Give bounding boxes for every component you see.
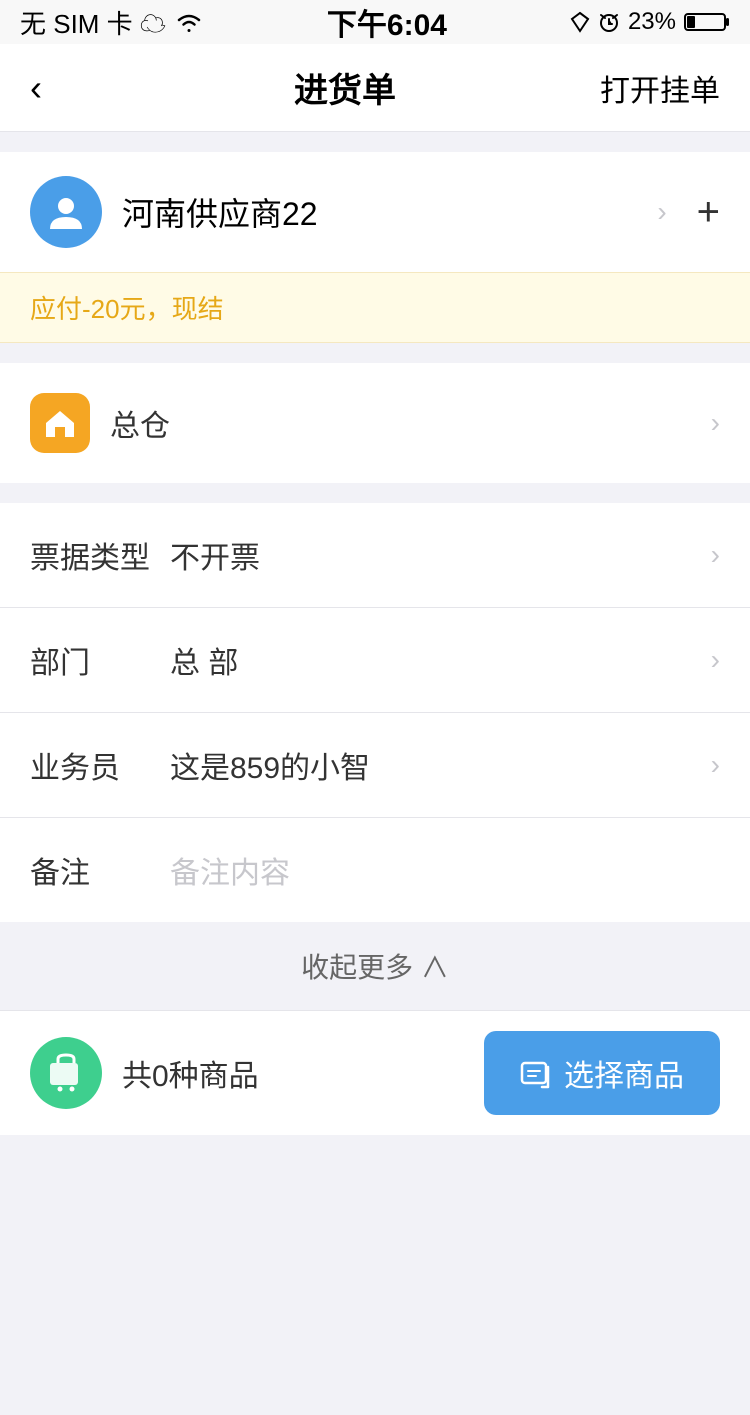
collapse-label: 收起更多 ∧ <box>301 952 449 983</box>
department-chevron-icon: › <box>711 644 720 676</box>
warehouse-label: 总仓 <box>110 401 711 445</box>
supplier-chevron-icon: › <box>657 196 666 228</box>
page-title: 进货单 <box>294 63 396 112</box>
battery-text: 23% <box>628 8 676 36</box>
status-time: 下午6:04 <box>327 0 447 44</box>
supplier-avatar <box>30 176 102 248</box>
department-row[interactable]: 部门 总 部 › <box>0 608 750 713</box>
select-product-label: 选择商品 <box>564 1051 684 1095</box>
open-pending-button[interactable]: 打开挂单 <box>600 66 720 110</box>
section-divider-2 <box>0 343 750 363</box>
add-button[interactable]: + <box>697 190 720 235</box>
salesperson-row[interactable]: 业务员 这是859的小智 › <box>0 713 750 818</box>
cart-icon <box>46 1053 86 1093</box>
notice-bar: 应付-20元，现结 <box>0 272 750 343</box>
select-product-button[interactable]: 选择商品 <box>484 1031 720 1115</box>
remark-row[interactable]: 备注 备注内容 <box>0 818 750 922</box>
form-section: 票据类型 不开票 › 部门 总 部 › 业务员 这是859的小智 › 备注 备注… <box>0 503 750 922</box>
supplier-row[interactable]: 河南供应商22 › + <box>0 152 750 272</box>
alarm-icon <box>598 11 620 33</box>
invoice-type-value: 不开票 <box>170 533 711 577</box>
salesperson-label: 业务员 <box>30 743 170 787</box>
department-value: 总 部 <box>170 638 711 682</box>
product-count: 共0种商品 <box>122 1051 484 1095</box>
supplier-section: 河南供应商22 › + 应付-20元，现结 <box>0 152 750 343</box>
section-divider-3 <box>0 483 750 503</box>
salesperson-value: 这是859的小智 <box>170 743 711 787</box>
warehouse-icon <box>42 405 78 441</box>
remark-label: 备注 <box>30 848 170 892</box>
gray-bottom-area <box>0 1135 750 1415</box>
invoice-type-label: 票据类型 <box>30 533 170 577</box>
back-button[interactable]: ‹ <box>30 67 90 109</box>
department-label: 部门 <box>30 638 170 682</box>
person-icon <box>45 191 87 233</box>
bottom-bar: 共0种商品 选择商品 <box>0 1010 750 1135</box>
warehouse-chevron-icon: › <box>711 407 720 439</box>
supplier-name: 河南供应商22 <box>122 189 657 235</box>
battery-icon <box>684 11 730 33</box>
invoice-type-row[interactable]: 票据类型 不开票 › <box>0 503 750 608</box>
product-icon-wrap <box>30 1037 102 1109</box>
notice-text: 应付-20元，现结 <box>30 294 224 324</box>
collapse-toggle[interactable]: 收起更多 ∧ <box>0 922 750 1010</box>
salesperson-chevron-icon: › <box>711 749 720 781</box>
warehouse-section: 总仓 › <box>0 363 750 483</box>
nav-bar: ‹ 进货单 打开挂单 <box>0 44 750 132</box>
select-product-icon <box>520 1057 552 1089</box>
section-divider-1 <box>0 132 750 152</box>
status-right: 23% <box>570 8 730 36</box>
wifi-icon <box>174 11 204 33</box>
warehouse-icon-wrap <box>30 393 90 453</box>
status-left: 无 SIM 卡 ☁ <box>20 4 204 41</box>
remark-placeholder: 备注内容 <box>170 848 720 892</box>
status-bar: 无 SIM 卡 ☁ 下午6:04 23% <box>0 0 750 44</box>
no-sim-text: 无 SIM 卡 ☁ <box>20 4 166 41</box>
invoice-type-chevron-icon: › <box>711 539 720 571</box>
location-icon <box>570 11 590 33</box>
warehouse-row[interactable]: 总仓 › <box>0 363 750 483</box>
